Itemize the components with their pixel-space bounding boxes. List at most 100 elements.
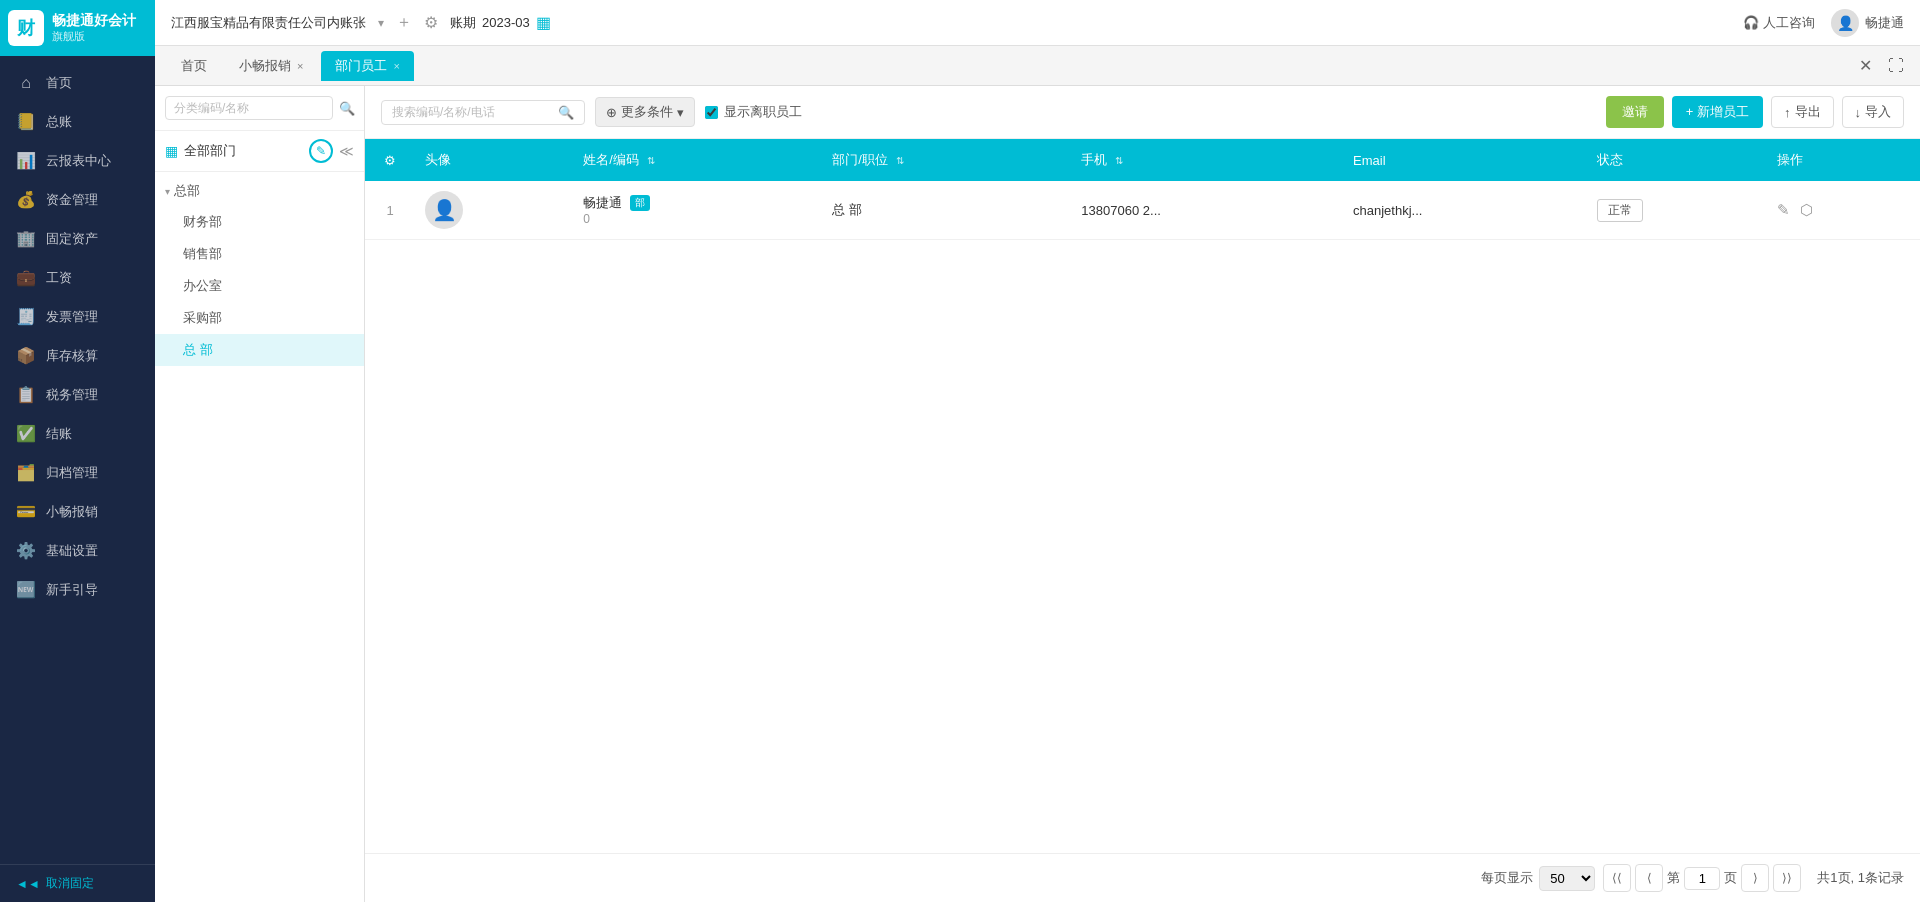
settings-icon[interactable]: ⚙ <box>424 13 438 32</box>
page-last-button[interactable]: ⟩⟩ <box>1773 864 1801 892</box>
import-button[interactable]: ↓ 导入 <box>1842 96 1905 128</box>
calendar-icon[interactable]: ▦ <box>536 13 551 32</box>
sidebar-item-capital[interactable]: 💰 资金管理 <box>0 180 155 219</box>
tab-home-label: 首页 <box>181 57 207 75</box>
sidebar-label-tax: 税务管理 <box>46 386 98 404</box>
sidebar-label-home: 首页 <box>46 74 72 92</box>
sidebar-item-tax[interactable]: 📋 税务管理 <box>0 375 155 414</box>
col-phone[interactable]: 手机 ⇅ <box>1071 139 1343 181</box>
tab-xiaochang[interactable]: 小畅报销 × <box>225 51 317 81</box>
salary-icon: 💼 <box>16 268 36 287</box>
app-title: 畅捷通好会计 <box>52 12 136 29</box>
sidebar-item-inventory[interactable]: 📦 库存核算 <box>0 336 155 375</box>
tab-dept-employee[interactable]: 部门员工 × <box>321 51 413 81</box>
page-size-select[interactable]: 50 10 20 100 <box>1539 866 1595 891</box>
invite-button[interactable]: 邀请 <box>1606 96 1664 128</box>
sidebar-header: 财 畅捷通好会计 旗舰版 <box>0 0 155 56</box>
sidebar-item-ledger[interactable]: 📒 总账 <box>0 102 155 141</box>
sidebar-footer[interactable]: ◄◄ 取消固定 <box>0 864 155 902</box>
page-number-input[interactable] <box>1684 867 1720 890</box>
dept-edit-button[interactable]: ✎ <box>309 139 333 163</box>
assets-icon: 🏢 <box>16 229 36 248</box>
company-name: 江西服宝精品有限责任公司内账张 <box>171 14 366 32</box>
sidebar-nav: ⌂ 首页 📒 总账 📊 云报表中心 💰 资金管理 🏢 固定资产 💼 工资 🧾 发… <box>0 56 155 864</box>
guide-icon: 🆕 <box>16 580 36 599</box>
department-panel: 🔍 ▦ 全部部门 ✎ ≪ ▾ 总部 财务部 销售部 办公室 采购部 <box>155 86 365 902</box>
employee-code: 0 <box>583 212 812 226</box>
sidebar-item-invoice[interactable]: 🧾 发票管理 <box>0 297 155 336</box>
cell-index: 1 <box>365 181 415 240</box>
sidebar-item-basic[interactable]: ⚙️ 基础设置 <box>0 531 155 570</box>
show-resigned-text: 显示离职员工 <box>724 103 802 121</box>
maximize-button[interactable]: ⛶ <box>1884 54 1908 77</box>
user-avatar: 👤 <box>1831 9 1859 37</box>
sidebar-label-assets: 固定资产 <box>46 230 98 248</box>
employee-table: ⚙ 头像 姓名/编码 ⇅ 部门/职位 ⇅ 手机 ⇅ Email 状态 操作 1 <box>365 139 1920 240</box>
page-prev-button[interactable]: ⟨ <box>1635 864 1663 892</box>
page-next-button[interactable]: ⟩ <box>1741 864 1769 892</box>
sidebar-item-home[interactable]: ⌂ 首页 <box>0 64 155 102</box>
employee-search-input[interactable] <box>392 105 552 119</box>
dept-search-icon[interactable]: 🔍 <box>339 101 355 116</box>
col-dept[interactable]: 部门/职位 ⇅ <box>822 139 1071 181</box>
edit-icon[interactable]: ✎ <box>1777 201 1790 219</box>
sidebar-label-checkout: 结账 <box>46 425 72 443</box>
close-tab-button[interactable]: ✕ <box>1855 54 1876 77</box>
dept-group-head-label[interactable]: ▾ 总部 <box>155 176 364 206</box>
sidebar-label-basic: 基础设置 <box>46 542 98 560</box>
sidebar-item-archive[interactable]: 🗂️ 归档管理 <box>0 453 155 492</box>
tab-xiaochang-close[interactable]: × <box>297 60 303 72</box>
show-resigned-label[interactable]: 显示离职员工 <box>705 103 802 121</box>
sidebar-item-guide[interactable]: 🆕 新手引导 <box>0 570 155 609</box>
sidebar-item-assets[interactable]: 🏢 固定资产 <box>0 219 155 258</box>
cell-dept: 总 部 <box>822 181 1071 240</box>
col-name[interactable]: 姓名/编码 ⇅ <box>573 139 822 181</box>
page-input-area: 第 页 <box>1667 867 1737 890</box>
tab-dept-close[interactable]: × <box>393 60 399 72</box>
export-button[interactable]: ↑ 导出 <box>1771 96 1834 128</box>
page-size-control: 每页显示 50 10 20 100 <box>1481 866 1595 891</box>
employee-search-icon[interactable]: 🔍 <box>558 105 574 120</box>
col-settings[interactable]: ⚙ <box>365 139 415 181</box>
dept-item-general[interactable]: 总 部 <box>155 334 364 366</box>
tab-home[interactable]: 首页 <box>167 51 221 81</box>
dept-item-sales[interactable]: 销售部 <box>155 238 364 270</box>
sidebar-item-checkout[interactable]: ✅ 结账 <box>0 414 155 453</box>
dept-item-finance[interactable]: 财务部 <box>155 206 364 238</box>
employee-name: 畅捷通 <box>583 194 622 212</box>
name-area: 畅捷通 部 <box>583 194 812 212</box>
cell-actions: ✎ ⬡ <box>1767 181 1920 240</box>
more-filters-button[interactable]: ⊕ 更多条件 ▾ <box>595 97 695 127</box>
cell-email: chanjethkj... <box>1343 181 1587 240</box>
page-label: 页 <box>1724 869 1737 887</box>
dept-grid-icon: ▦ <box>165 143 178 159</box>
ledger-icon: 📒 <box>16 112 36 131</box>
main-area: 江西服宝精品有限责任公司内账张 ▾ ＋ ⚙ 账期 2023-03 ▦ 🎧 人工咨… <box>155 0 1920 902</box>
dept-collapse-icon[interactable]: ≪ <box>339 143 354 159</box>
add-employee-button[interactable]: + 新增员工 <box>1672 96 1763 128</box>
sidebar-item-xiaochang[interactable]: 💳 小畅报销 <box>0 492 155 531</box>
headset-icon: 🎧 <box>1743 15 1759 30</box>
page-first-button[interactable]: ⟨⟨ <box>1603 864 1631 892</box>
pin-left-icon: ◄◄ <box>16 877 40 891</box>
sidebar-item-reports[interactable]: 📊 云报表中心 <box>0 141 155 180</box>
period-display: 账期 2023-03 ▦ <box>450 13 551 32</box>
company-dropdown-icon[interactable]: ▾ <box>378 16 384 30</box>
dept-item-office[interactable]: 办公室 <box>155 270 364 302</box>
add-tab-button[interactable]: ＋ <box>396 12 412 33</box>
basic-icon: ⚙️ <box>16 541 36 560</box>
user-menu[interactable]: 👤 畅捷通 <box>1831 9 1904 37</box>
cell-name: 畅捷通 部 0 <box>573 181 822 240</box>
cell-phone: 13807060 2... <box>1071 181 1343 240</box>
archive-icon: 🗂️ <box>16 463 36 482</box>
col-avatar: 头像 <box>415 139 573 181</box>
dept-search-input[interactable] <box>165 96 333 120</box>
xiaochang-icon: 💳 <box>16 502 36 521</box>
sidebar-item-salary[interactable]: 💼 工资 <box>0 258 155 297</box>
logout-icon[interactable]: ⬡ <box>1800 201 1813 219</box>
service-button[interactable]: 🎧 人工咨询 <box>1743 14 1815 32</box>
reports-icon: 📊 <box>16 151 36 170</box>
period-value: 2023-03 <box>482 15 530 30</box>
dept-item-purchase[interactable]: 采购部 <box>155 302 364 334</box>
show-resigned-checkbox[interactable] <box>705 106 718 119</box>
